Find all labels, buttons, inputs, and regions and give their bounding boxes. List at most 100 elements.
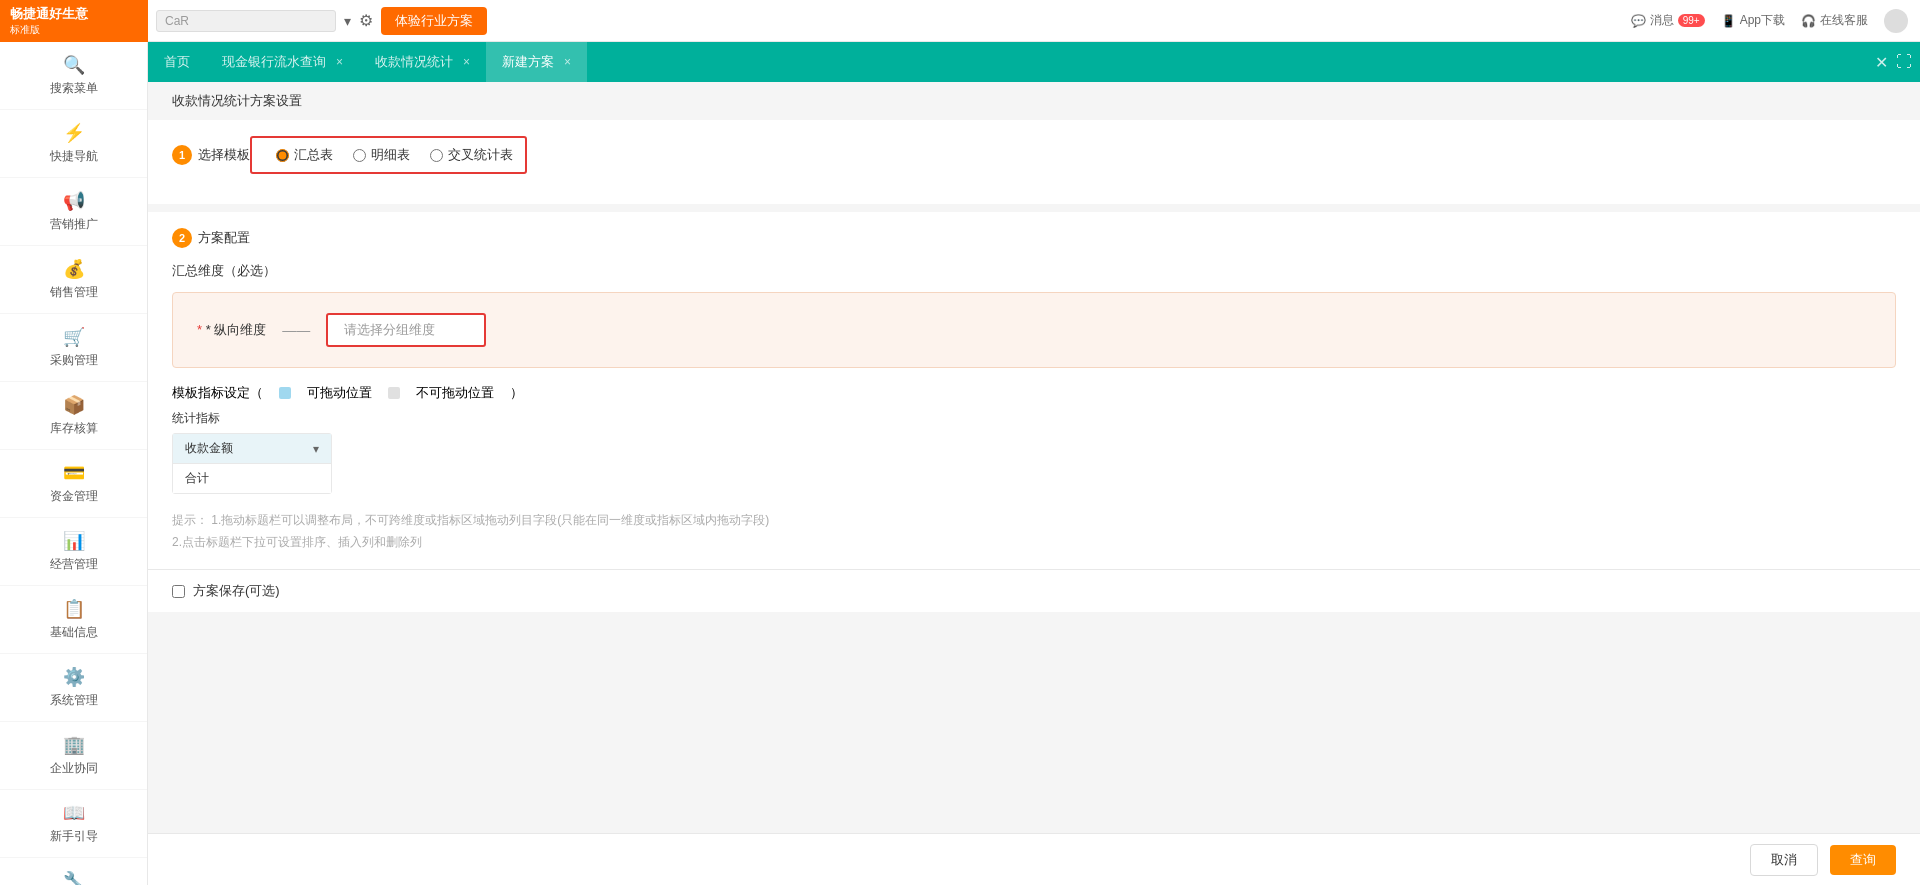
sidebar-label-basicinfo: 基础信息 [50,624,98,641]
sidebar-item-sales[interactable]: 💰 销售管理 [0,246,147,314]
tab-bar: 首页 现金银行流水查询 × 收款情况统计 × 新建方案 × ✕ ⛶ [148,42,1920,82]
arrow-separator: —— [282,322,310,338]
tab-home-label: 首页 [164,53,190,71]
sidebar-item-finance[interactable]: 💳 资金管理 [0,450,147,518]
movable-label: 可拖动位置 [307,384,372,402]
metrics-table: 收款金额 ▾ 合计 [172,433,332,494]
sidebar-label-purchase: 采购管理 [50,352,98,369]
download-btn[interactable]: 📱 App下载 [1721,12,1785,29]
sidebar-label-system: 系统管理 [50,692,98,709]
step2-row: 2 方案配置 [172,228,1896,248]
metrics-config-title-prefix: 模板指标设定（ [172,384,263,402]
system-icon: ⚙️ [63,666,85,688]
trial-industry-btn[interactable]: 体验行业方案 [381,7,487,35]
sidebar-label-enterprise: 企业协同 [50,760,98,777]
breadcrumb-dropdown-btn[interactable]: ▾ [344,13,351,29]
sidebar-item-basicinfo[interactable]: 📋 基础信息 [0,586,147,654]
step1-label: 选择模板 [198,146,250,164]
sidebar-item-search[interactable]: 🔍 搜索菜单 [0,42,147,110]
sidebar-item-management[interactable]: 📊 经营管理 [0,518,147,586]
logo-area: 畅捷通好生意 标准版 [0,0,148,42]
radio-detail-label: 明细表 [371,146,410,164]
save-area: 方案保存(可选) [148,569,1920,612]
logo-main: 畅捷通好生意 [10,5,88,23]
message-btn[interactable]: 💬 消息 99+ [1631,12,1705,29]
tip-line1: 提示： 1.拖动标题栏可以调整布局，不可跨维度或指标区域拖动列目字段(只能在同一… [172,510,1896,532]
footer-bar: 取消 查询 [148,833,1920,885]
service-label: 在线客服 [1820,12,1868,29]
tab-cashflow-close[interactable]: × [336,55,343,69]
tab-close-all-btn[interactable]: ✕ [1875,53,1888,72]
tips-area: 提示： 1.拖动标题栏可以调整布局，不可跨维度或指标区域拖动列目字段(只能在同一… [172,510,1896,553]
sidebar-item-quicknav[interactable]: ⚡ 快捷导航 [0,110,147,178]
top-header: 畅捷通好生意 标准版 ▾ ⚙ 体验行业方案 💬 消息 99+ 📱 App下载 🎧… [0,0,1920,42]
sales-icon: 💰 [63,258,85,280]
hardware-icon: 🔧 [63,870,85,885]
breadcrumb-input[interactable] [156,10,336,32]
sidebar-item-guide[interactable]: 📖 新手引导 [0,790,147,858]
tab-new-plan[interactable]: 新建方案 × [486,42,587,82]
radio-detail[interactable] [353,149,366,162]
step2-badge: 2 [172,228,192,248]
tab-home[interactable]: 首页 [148,42,206,82]
stat-label: 统计指标 [172,410,1896,427]
radio-summary[interactable] [276,149,289,162]
sidebar-label-guide: 新手引导 [50,828,98,845]
required-mark: * [197,322,202,337]
guide-icon: 📖 [63,802,85,824]
avatar[interactable] [1884,9,1908,33]
template-option-detail[interactable]: 明细表 [353,146,410,164]
settings-btn[interactable]: ⚙ [359,11,373,30]
step1-row: 1 选择模板 汇总表 明细表 [172,136,1896,174]
sidebar-item-enterprise[interactable]: 🏢 企业协同 [0,722,147,790]
metrics-dropdown-icon[interactable]: ▾ [313,442,319,456]
quicknav-icon: ⚡ [63,122,85,144]
step2-label: 方案配置 [198,229,250,247]
main-layout: 🔍 搜索菜单 ⚡ 快捷导航 📢 营销推广 💰 销售管理 🛒 采购管理 📦 库存核… [0,42,1920,885]
cancel-button[interactable]: 取消 [1750,844,1818,876]
query-button[interactable]: 查询 [1830,845,1896,875]
metrics-config-title-suffix: ） [510,384,523,402]
metrics-table-header[interactable]: 收款金额 ▾ [173,434,331,464]
tab-expand-btn[interactable]: ⛶ [1896,53,1912,71]
header-right: 💬 消息 99+ 📱 App下载 🎧 在线客服 [1631,9,1908,33]
template-option-summary[interactable]: 汇总表 [276,146,333,164]
message-badge: 99+ [1678,14,1705,27]
tab-payment-stat[interactable]: 收款情况统计 × [359,42,486,82]
movable-tag [279,387,291,399]
template-radio-group: 汇总表 明细表 交叉统计表 [276,146,513,164]
radio-cross[interactable] [430,149,443,162]
message-label: 消息 [1650,12,1674,29]
sidebar-label-marketing: 营销推广 [50,216,98,233]
vertical-dim-select[interactable]: 请选择分组维度 [326,313,486,347]
tab-cashflow-label: 现金银行流水查询 [222,53,326,71]
marketing-icon: 📢 [63,190,85,212]
sidebar-item-marketing[interactable]: 📢 营销推广 [0,178,147,246]
service-btn[interactable]: 🎧 在线客服 [1801,12,1868,29]
finance-icon: 💳 [63,462,85,484]
template-select-area: 汇总表 明细表 交叉统计表 [250,136,527,174]
sidebar-label-management: 经营管理 [50,556,98,573]
save-checkbox[interactable] [172,585,185,598]
vertical-dim-label: * * 纵向维度 [197,321,266,339]
sidebar-label-search: 搜索菜单 [50,80,98,97]
sidebar-item-system[interactable]: ⚙️ 系统管理 [0,654,147,722]
tab-new-plan-label: 新建方案 [502,53,554,71]
sidebar-item-purchase[interactable]: 🛒 采购管理 [0,314,147,382]
metrics-table-cell: 合计 [173,464,331,493]
tab-payment-stat-close[interactable]: × [463,55,470,69]
sidebar-item-inventory[interactable]: 📦 库存核算 [0,382,147,450]
template-option-cross[interactable]: 交叉统计表 [430,146,513,164]
sidebar-label-inventory: 库存核算 [50,420,98,437]
tab-new-plan-close[interactable]: × [564,55,571,69]
sidebar: 🔍 搜索菜单 ⚡ 快捷导航 📢 营销推广 💰 销售管理 🛒 采购管理 📦 库存核… [0,42,148,885]
service-icon: 🎧 [1801,14,1816,28]
tab-bar-right: ✕ ⛶ [1875,53,1920,72]
metrics-header: 模板指标设定（ 可拖动位置 不可拖动位置 ） [172,384,1896,402]
radio-summary-label: 汇总表 [294,146,333,164]
sidebar-item-hardware[interactable]: 🔧 智能硬件 [0,858,147,885]
section-plan-config: 2 方案配置 汇总维度（必选） * * 纵向维度 —— 请选择分组维度 [148,212,1920,569]
tab-cashflow[interactable]: 现金银行流水查询 × [206,42,359,82]
vertical-dim-placeholder: 请选择分组维度 [344,321,435,339]
tip-line2: 2.点击标题栏下拉可设置排序、插入列和删除列 [172,532,1896,554]
